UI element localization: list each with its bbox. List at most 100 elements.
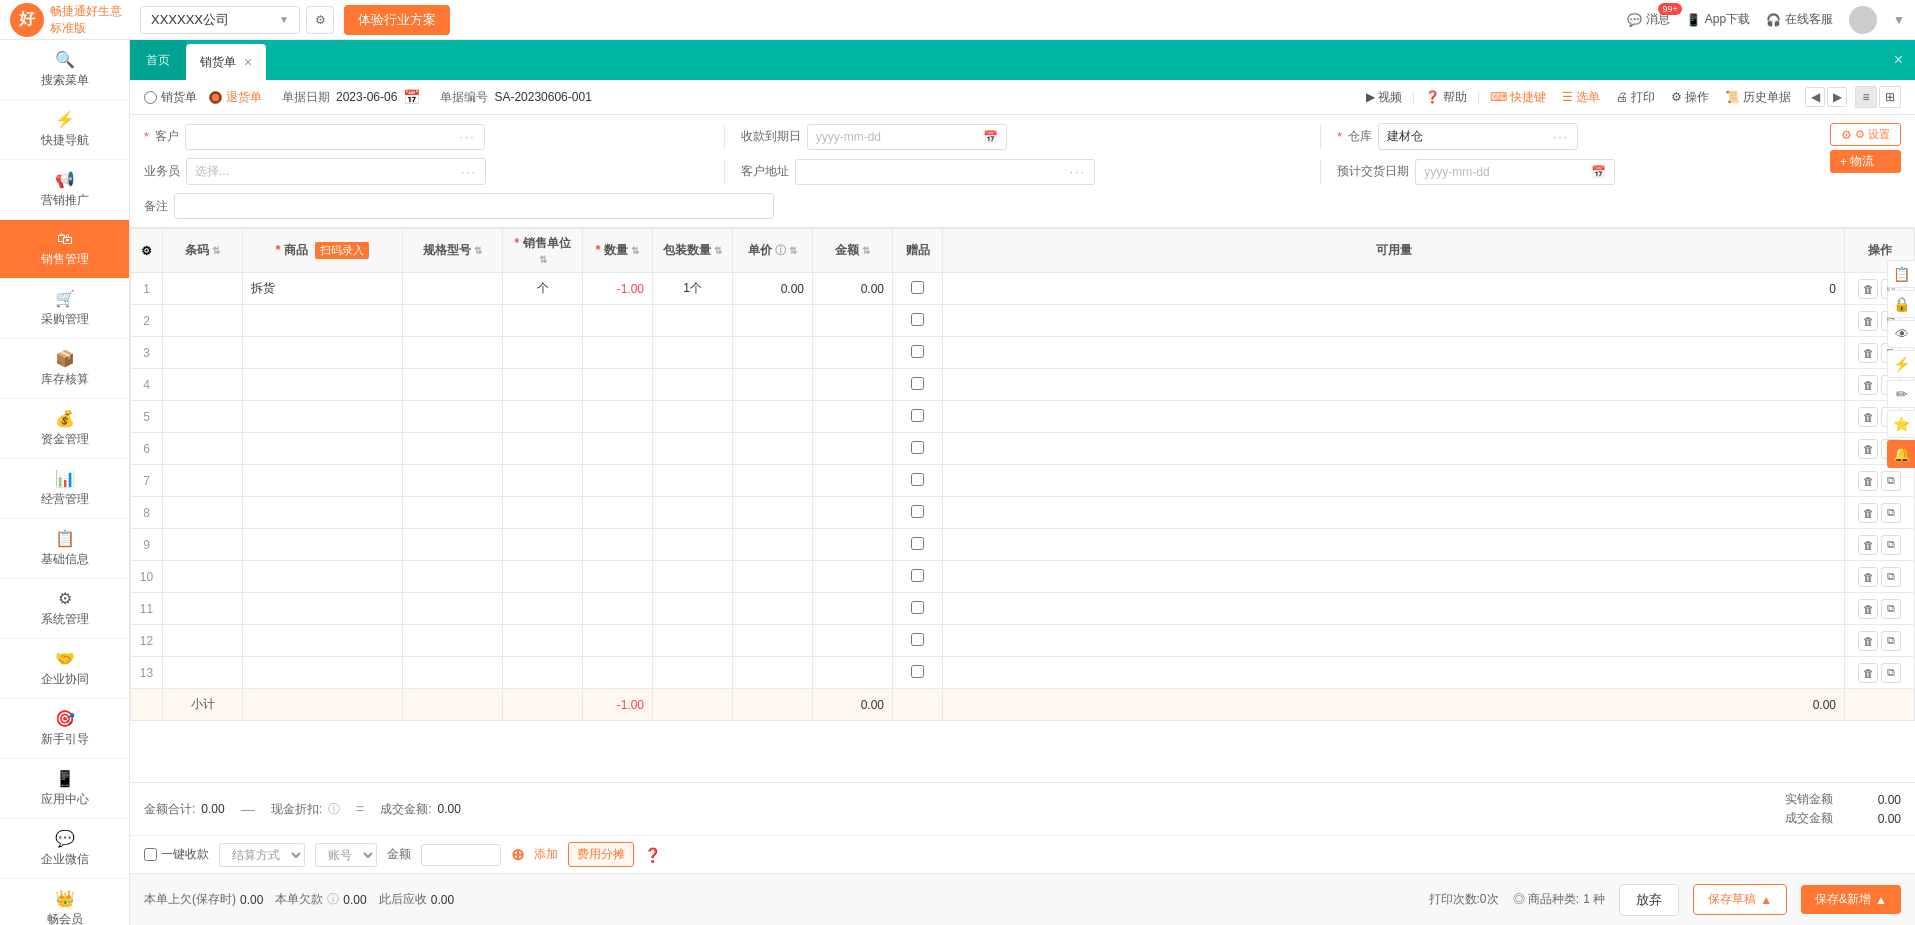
customer-input[interactable]: ···	[185, 124, 485, 150]
pay-method-select[interactable]: 结算方式	[219, 843, 305, 867]
gift-checkbox-8[interactable]	[911, 505, 924, 518]
gift-checkbox-10[interactable]	[911, 569, 924, 582]
copy-row-7-button[interactable]: ⧉	[1881, 471, 1901, 491]
sidebar-item-basic-info[interactable]: 📋 基础信息	[0, 519, 129, 579]
logistics-button[interactable]: + 物流	[1830, 150, 1901, 173]
app-download-button[interactable]: 📱 App下载	[1686, 11, 1750, 28]
delete-row-13-button[interactable]: 🗑	[1858, 663, 1878, 683]
rfloat-note-button[interactable]: 📋	[1887, 260, 1915, 288]
one-click-pay-label[interactable]: 一键收款	[144, 846, 209, 863]
toolbar-select[interactable]: ☰ 选单	[1556, 87, 1606, 108]
one-click-pay-checkbox[interactable]	[144, 848, 157, 861]
delete-row-2-button[interactable]: 🗑	[1858, 311, 1878, 331]
rfloat-view-button[interactable]: 👁	[1887, 320, 1915, 348]
sidebar-item-member[interactable]: 👑 畅会员	[0, 879, 129, 925]
gift-checkbox-7[interactable]	[911, 473, 924, 486]
help-icon2[interactable]: ⓘ	[775, 244, 786, 256]
grid-view-button[interactable]: ⊞	[1879, 86, 1901, 108]
gift-checkbox-1[interactable]	[911, 281, 924, 294]
tab-close-all-button[interactable]: ×	[1882, 40, 1915, 80]
sidebar-item-system[interactable]: ⚙ 系统管理	[0, 579, 129, 639]
toolbar-print[interactable]: 🖨 打印	[1610, 87, 1661, 108]
bank-account-select[interactable]: 账号	[315, 843, 377, 867]
more-icon[interactable]: ▼	[1893, 13, 1905, 27]
scan-input-button[interactable]: 扫码录入	[315, 242, 369, 259]
sidebar-item-finance[interactable]: 💰 资金管理	[0, 399, 129, 459]
rfloat-edit-button[interactable]: ✏	[1887, 380, 1915, 408]
sidebar-item-search[interactable]: 🔍 搜索菜单	[0, 40, 129, 100]
gift-checkbox-11[interactable]	[911, 601, 924, 614]
copy-row-13-button[interactable]: ⧉	[1881, 663, 1901, 683]
company-selector[interactable]: XXXXXX公司 ▼	[140, 6, 300, 34]
customer-address-input[interactable]: ···	[795, 159, 1095, 185]
nav-prev-button[interactable]: ◀	[1805, 87, 1825, 107]
delete-row-7-button[interactable]: 🗑	[1858, 471, 1878, 491]
help-info-icon[interactable]: ⓘ	[328, 801, 340, 818]
settings-gear-button[interactable]: ⚙	[306, 6, 334, 34]
nav-next-button[interactable]: ▶	[1827, 87, 1847, 107]
column-settings-icon[interactable]: ⚙	[141, 244, 152, 258]
sidebar-item-sales[interactable]: 🛍 销售管理	[0, 220, 129, 279]
warehouse-input[interactable]: 建材仓 ···	[1378, 123, 1578, 150]
online-support-button[interactable]: 🎧 在线客服	[1766, 11, 1833, 28]
settings-button[interactable]: ⚙ ⚙ 设置	[1830, 123, 1901, 146]
copy-row-12-button[interactable]: ⧉	[1881, 631, 1901, 651]
avatar[interactable]	[1849, 6, 1877, 34]
expected-date-input[interactable]: yyyy-mm-dd 📅	[1415, 159, 1615, 185]
gift-checkbox-12[interactable]	[911, 633, 924, 646]
message-button[interactable]: 💬 消息 99+	[1627, 11, 1670, 28]
toolbar-operation[interactable]: ⚙ 操作	[1665, 87, 1715, 108]
delete-row-1-button[interactable]: 🗑	[1858, 279, 1878, 299]
delete-row-12-button[interactable]: 🗑	[1858, 631, 1878, 651]
rfloat-lock-button[interactable]: 🔒	[1887, 290, 1915, 318]
sidebar-item-management[interactable]: 📊 经营管理	[0, 459, 129, 519]
return-order-radio[interactable]: 退货单	[209, 89, 262, 106]
delete-row-8-button[interactable]: 🗑	[1858, 503, 1878, 523]
tab-home[interactable]: 首页	[130, 40, 186, 80]
gift-checkbox-2[interactable]	[911, 313, 924, 326]
rfloat-quick-button[interactable]: ⚡	[1887, 350, 1915, 378]
help-circle-icon[interactable]: ❓	[644, 847, 661, 863]
rfloat-alert-button[interactable]: 🔔	[1887, 440, 1915, 468]
sidebar-item-apps[interactable]: 📱 应用中心	[0, 759, 129, 819]
add-payment-icon[interactable]: ⊕	[511, 845, 524, 864]
gift-checkbox-13[interactable]	[911, 665, 924, 678]
gift-checkbox-3[interactable]	[911, 345, 924, 358]
calendar-icon[interactable]: 📅	[403, 89, 420, 105]
sidebar-item-purchase[interactable]: 🛒 采购管理	[0, 279, 129, 339]
save-draft-button[interactable]: 保存草稿 ▲	[1693, 884, 1787, 915]
delete-row-9-button[interactable]: 🗑	[1858, 535, 1878, 555]
sidebar-item-collab[interactable]: 🤝 企业协同	[0, 639, 129, 699]
gift-checkbox-5[interactable]	[911, 409, 924, 422]
delete-row-11-button[interactable]: 🗑	[1858, 599, 1878, 619]
copy-row-8-button[interactable]: ⧉	[1881, 503, 1901, 523]
notes-input[interactable]	[174, 193, 774, 219]
th-settings[interactable]: ⚙	[131, 229, 163, 273]
sidebar-item-wechat[interactable]: 💬 企业微信	[0, 819, 129, 879]
delete-row-10-button[interactable]: 🗑	[1858, 567, 1878, 587]
delete-row-5-button[interactable]: 🗑	[1858, 407, 1878, 427]
toolbar-history[interactable]: 📜 历史单据	[1719, 87, 1797, 108]
copy-row-9-button[interactable]: ⧉	[1881, 535, 1901, 555]
delete-row-3-button[interactable]: 🗑	[1858, 343, 1878, 363]
add-payment-label[interactable]: 添加	[534, 846, 558, 863]
copy-row-11-button[interactable]: ⧉	[1881, 599, 1901, 619]
trial-button[interactable]: 体验行业方案	[344, 5, 450, 35]
list-view-button[interactable]: ≡	[1855, 86, 1877, 108]
cumulative-help-icon[interactable]: ⓘ	[327, 891, 339, 908]
toolbar-help[interactable]: ❓ 帮助	[1419, 87, 1473, 108]
due-date-input[interactable]: yyyy-mm-dd 📅	[807, 124, 1007, 150]
expense-split-button[interactable]: 费用分摊	[568, 842, 634, 867]
rfloat-star-button[interactable]: ⭐	[1887, 410, 1915, 438]
gift-checkbox-6[interactable]	[911, 441, 924, 454]
copy-row-10-button[interactable]: ⧉	[1881, 567, 1901, 587]
toolbar-shortcut[interactable]: ⌨ 快捷键	[1484, 87, 1552, 108]
sidebar-item-inventory[interactable]: 📦 库存核算	[0, 339, 129, 399]
gift-checkbox-4[interactable]	[911, 377, 924, 390]
abandon-button[interactable]: 放弃	[1619, 884, 1679, 916]
gift-checkbox-9[interactable]	[911, 537, 924, 550]
payment-amount-input[interactable]	[421, 844, 501, 866]
sales-order-radio[interactable]: 销货单	[144, 89, 197, 106]
delete-row-6-button[interactable]: 🗑	[1858, 439, 1878, 459]
toolbar-video[interactable]: ▶ 视频	[1360, 87, 1408, 108]
